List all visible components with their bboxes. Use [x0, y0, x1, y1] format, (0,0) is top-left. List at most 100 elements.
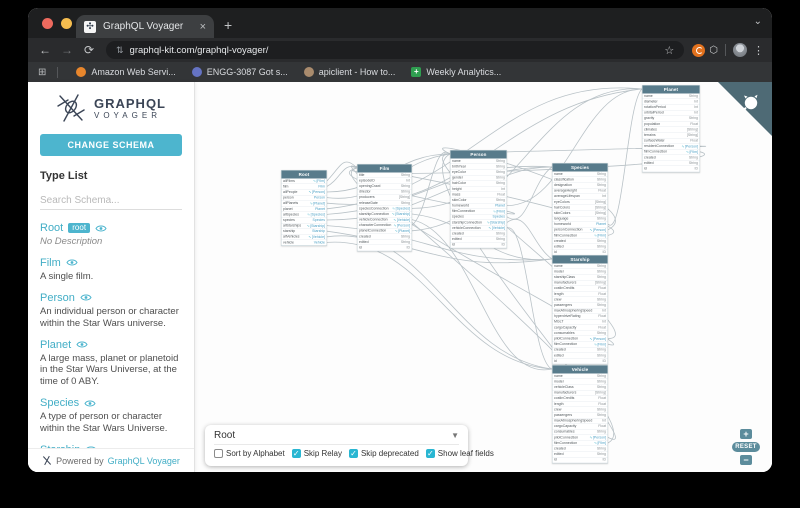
type-item-header[interactable]: Species: [40, 397, 182, 409]
type-name-link[interactable]: Root: [40, 222, 63, 234]
field-name: orbitalPeriod: [644, 111, 664, 115]
checkbox-checked-icon[interactable]: ✓: [291, 449, 301, 458]
node-field-row[interactable]: id ID: [642, 166, 700, 172]
field-type: Float: [598, 424, 606, 429]
new-tab-button[interactable]: +: [224, 17, 232, 33]
change-schema-button[interactable]: CHANGE SCHEMA: [40, 134, 182, 156]
type-name-link[interactable]: Film: [40, 257, 61, 269]
minimize-window-button[interactable]: [61, 18, 72, 29]
type-item-header[interactable]: Film: [40, 257, 182, 269]
type-name-link[interactable]: Planet: [40, 339, 71, 351]
option-checkbox[interactable]: ✓ Skip Relay: [291, 449, 342, 458]
field-type: String: [495, 164, 505, 169]
type-item-header[interactable]: Root root: [40, 222, 182, 234]
type-item-header[interactable]: Person: [40, 292, 182, 304]
eye-icon[interactable]: [84, 399, 96, 408]
reload-button[interactable]: ⟳: [80, 43, 98, 57]
node-field-row[interactable]: id ID: [357, 245, 412, 251]
eye-icon[interactable]: [66, 258, 78, 267]
eye-icon[interactable]: [76, 340, 88, 349]
search-input[interactable]: [40, 192, 182, 210]
checkbox-unchecked-icon[interactable]: [214, 449, 223, 458]
root-type-select[interactable]: Root ▼: [214, 430, 459, 445]
bookmark-item[interactable]: + Weekly Analytics...: [411, 67, 501, 77]
profile-avatar[interactable]: [733, 43, 747, 57]
type-node-person[interactable]: Person name String birthYear String eyeColor S…: [450, 150, 507, 249]
field-name: pilotConnection: [554, 435, 579, 440]
zoom-reset-button[interactable]: RESET: [732, 442, 760, 452]
relay-skip-icon: ∿: [486, 221, 490, 225]
field-type: Float: [690, 122, 698, 126]
type-name-link[interactable]: Species: [40, 397, 79, 409]
browser-tab[interactable]: ✣ GraphQL Voyager ×: [76, 15, 214, 38]
type-item-header[interactable]: Planet: [40, 339, 182, 351]
eye-icon[interactable]: [80, 293, 92, 302]
logo-text-voyager: VOYAGER: [94, 111, 161, 120]
schema-graph[interactable]: Root allFilms ∿[Film] film Film allPeople ∿[Pe…: [195, 82, 772, 472]
browser-menu-icon[interactable]: ⋮: [753, 44, 764, 57]
field-name: allFilms: [283, 179, 295, 183]
field-type: String: [596, 353, 606, 358]
type-node-root[interactable]: Root allFilms ∿[Film] film Film allPeople ∿[Pe…: [281, 170, 327, 247]
forward-button[interactable]: →: [58, 43, 76, 57]
relay-skip-icon: ∿: [313, 179, 316, 184]
field-type: Float: [598, 286, 606, 291]
github-corner[interactable]: [718, 82, 772, 136]
footer-voyager-link[interactable]: GraphQL Voyager: [108, 456, 180, 466]
browser-window: ✣ GraphQL Voyager × + ⌄ ← → ⟳ ⇅ graphql-…: [28, 8, 772, 472]
relay-skip-icon: ∿: [594, 441, 597, 446]
field-name: skinColors: [554, 211, 571, 215]
bookmark-item[interactable]: ENGG-3087 Got s...: [191, 67, 288, 77]
node-field-row[interactable]: vehicle Vehicle: [281, 240, 327, 246]
node-field-row[interactable]: id ID: [552, 358, 608, 365]
tab-close-icon[interactable]: ×: [200, 21, 206, 33]
relay-skip-icon: ∿: [307, 213, 311, 217]
type-node-species[interactable]: Species name String classification String des…: [552, 163, 608, 256]
field-name: hyperdriveRating: [554, 314, 581, 319]
url-text[interactable]: graphql-kit.com/graphql-voyager/: [130, 45, 658, 56]
zoom-out-button[interactable]: −: [740, 455, 752, 465]
type-node-film[interactable]: Film title String episodeID Int openingCrawl S…: [357, 164, 412, 252]
option-checkbox[interactable]: ✓ Show leaf fields: [425, 449, 494, 458]
field-type: Float: [598, 189, 606, 193]
type-description: An individual person or character within…: [40, 305, 179, 329]
field-name: averageLifespan: [554, 194, 580, 199]
extension-icon[interactable]: [692, 43, 706, 57]
field-type: Float: [598, 325, 606, 330]
option-checkbox[interactable]: ✓ Skip deprecated: [348, 449, 419, 458]
field-type: Float: [690, 139, 698, 143]
close-window-button[interactable]: [42, 18, 53, 29]
back-button[interactable]: ←: [36, 43, 54, 57]
field-name: vehicleConnection: [359, 218, 388, 222]
apps-grid-icon[interactable]: ⊞: [38, 67, 47, 78]
node-field-row[interactable]: id ID: [552, 457, 608, 463]
bookmark-item[interactable]: apiclient - How to...: [303, 67, 395, 77]
field-type: ∿[Vehicle]: [488, 226, 505, 231]
schema-edge: [506, 219, 553, 260]
bookmark-star-icon[interactable]: ☆: [664, 44, 674, 57]
checkbox-checked-icon[interactable]: ✓: [348, 449, 358, 458]
field-type: ∿[Film]: [594, 441, 606, 446]
field-type: String: [596, 297, 606, 302]
type-name-link[interactable]: Person: [40, 292, 75, 304]
field-type: String: [596, 275, 606, 279]
option-checkbox[interactable]: Sort by Alphabet: [214, 449, 285, 458]
type-node-planet[interactable]: Planet name String diameter Int rotationPerio…: [642, 85, 700, 173]
bookmark-item[interactable]: Amazon Web Servi...: [76, 67, 176, 77]
extensions-puzzle-icon[interactable]: ⬡: [709, 45, 718, 56]
field-name: edited: [554, 353, 564, 358]
page-content: GRAPHQL VOYAGER CHANGE SCHEMA Type List …: [28, 82, 772, 472]
zoom-in-button[interactable]: +: [740, 429, 752, 439]
node-field-row[interactable]: id ID: [450, 242, 507, 248]
field-name: crew: [554, 407, 562, 412]
checkbox-checked-icon[interactable]: ✓: [425, 449, 435, 458]
field-type: String: [596, 430, 606, 434]
eye-icon[interactable]: [95, 224, 107, 233]
type-node-starship[interactable]: Starship name String model String starshipCla…: [552, 255, 608, 365]
tab-search-icon[interactable]: ⌄: [754, 16, 762, 27]
url-bar[interactable]: ⇅ graphql-kit.com/graphql-voyager/ ☆: [106, 41, 685, 59]
site-info-icon[interactable]: ⇅: [116, 45, 123, 56]
type-node-vehicle[interactable]: Vehicle name String model String vehicleClass…: [552, 365, 608, 464]
field-name: averageHeight: [554, 189, 577, 193]
field-name: filmConnection: [554, 342, 578, 347]
